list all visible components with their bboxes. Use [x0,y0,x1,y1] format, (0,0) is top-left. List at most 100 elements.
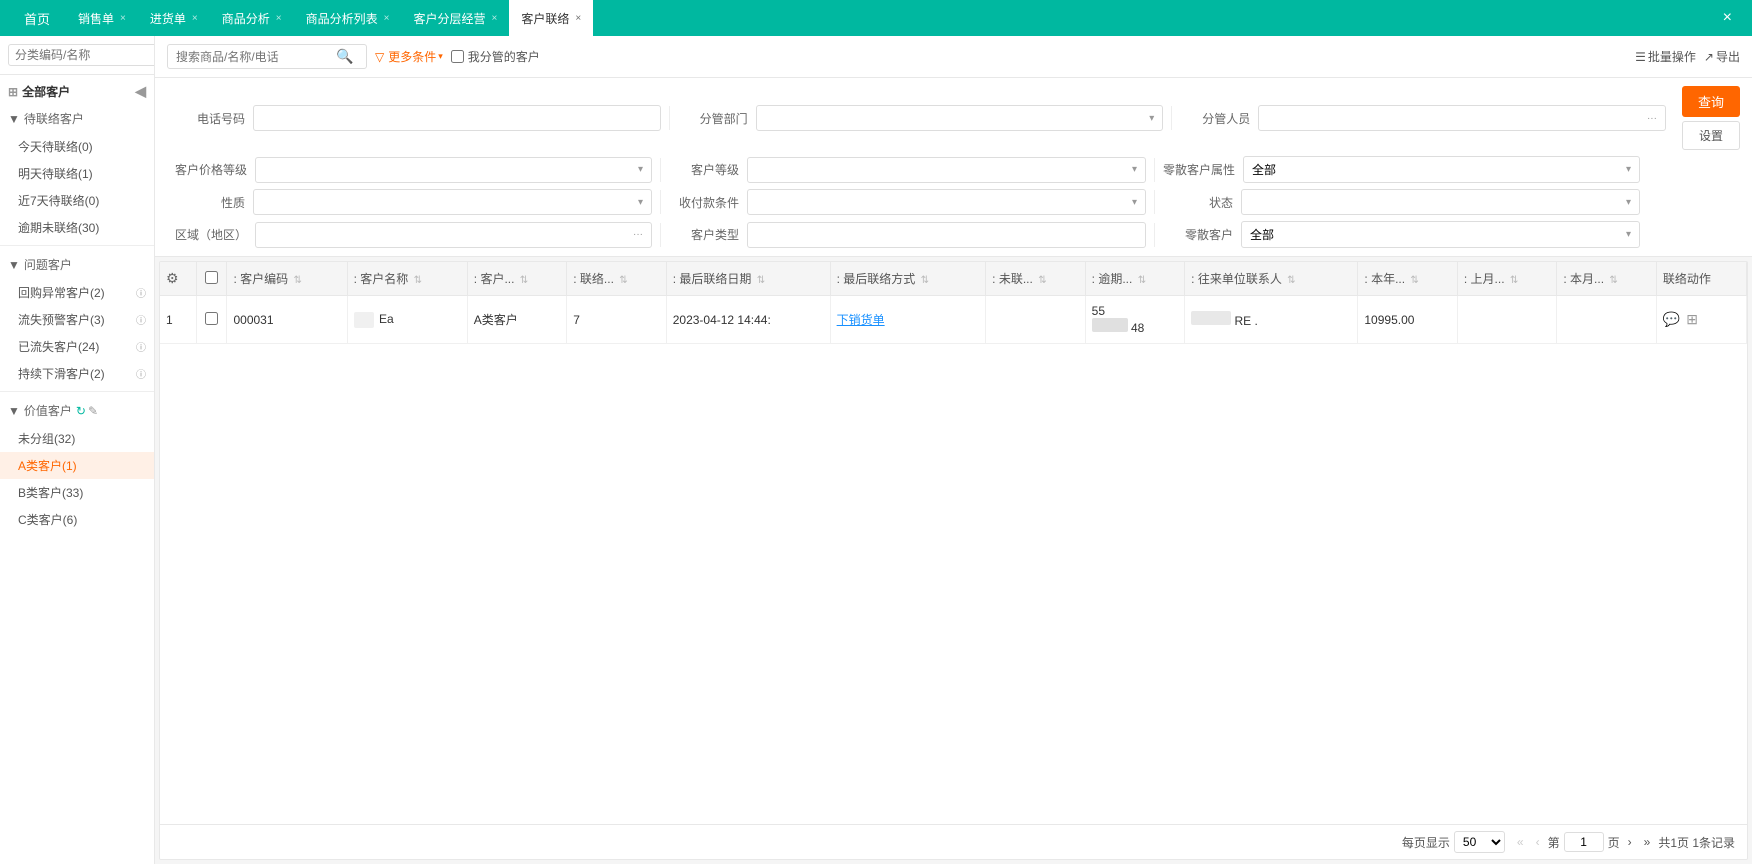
problem-customer-items: 回购异常客户(2) ⓘ 流失预警客户(3) ⓘ 已流失客户(24) ⓘ 持续下滑… [0,279,154,387]
code-sort-icon[interactable]: ⇅ [294,275,302,286]
nav-tab-analysis-list[interactable]: 商品分析列表 × [294,0,402,36]
sidebar-search-input[interactable] [8,44,155,66]
rows-per-page-area: 每页显示 50 100 200 [1402,831,1505,853]
th-checkbox [197,262,227,296]
sidebar-item-unclassified[interactable]: 未分组(32) [0,425,154,452]
nc-sort-icon[interactable]: ⇅ [1038,275,1046,286]
nav-tab-salesorder[interactable]: 销售单 × [66,0,138,36]
retail-customer-dropdown[interactable]: 全部 ▾ [1241,221,1640,248]
th-action: 联络动作 [1656,262,1746,296]
first-page-button[interactable]: « [1513,833,1528,851]
ty-sort-icon[interactable]: ⇅ [1410,275,1418,286]
ctype-sort-icon[interactable]: ⇅ [520,275,528,286]
column-settings-icon[interactable]: ⚙ [166,270,179,286]
filter-cell-status: 状态 ▾ [1155,189,1648,215]
close-customer-contact-tab[interactable]: × [575,13,581,24]
cp-sort-icon[interactable]: ⇅ [1287,275,1295,286]
chat-action-icon[interactable]: 💬 [1663,311,1680,328]
more-filters-button[interactable]: ▽ 更多条件 ▾ [375,48,443,65]
batch-ops-button[interactable]: ☰ 批量操作 [1635,48,1696,65]
region-more-icon: ··· [633,229,643,240]
query-button[interactable]: 查询 [1682,86,1740,117]
sidebar-item-today-contact[interactable]: 今天待联络(0) [0,133,154,160]
close-purchase-tab[interactable]: × [192,13,198,24]
price-level-arrow-icon: ▾ [638,164,643,175]
customer-level-dropdown[interactable]: ▾ [747,157,1146,183]
select-all-checkbox[interactable] [205,271,218,284]
last-page-button[interactable]: » [1640,833,1655,851]
dept-dropdown[interactable]: ▾ [756,105,1164,131]
th-gear: ⚙ [160,262,197,296]
nature-dropdown[interactable]: ▾ [253,189,652,215]
last-contact-method-link[interactable]: 下销货单 [837,313,885,327]
qr-action-icon[interactable]: ⊞ [1686,311,1698,328]
close-analysis-tab[interactable]: × [276,13,282,24]
filter-search-icon[interactable]: 🔍 [336,48,353,65]
rows-per-page-select[interactable]: 50 100 200 [1454,831,1505,853]
row-checkbox-cell [197,296,227,344]
date-sort-icon[interactable]: ⇅ [757,275,765,286]
name-sort-icon[interactable]: ⇅ [414,275,422,286]
method-sort-icon[interactable]: ⇅ [921,275,929,286]
my-customers-checkbox[interactable] [451,50,464,63]
close-customer-mgmt-tab[interactable]: × [491,13,497,24]
settings-button[interactable]: 设置 [1682,121,1740,150]
status-dropdown[interactable]: ▾ [1241,189,1640,215]
divider-2 [0,391,154,392]
filter-search-input[interactable] [176,50,336,64]
edit-group-icon[interactable]: ✎ [88,404,98,418]
sidebar-group-pending-contact[interactable]: ▼ 待联络客户 [0,104,154,133]
manager-dropdown[interactable]: ··· [1258,105,1666,131]
row-overdue: 55 48 [1085,296,1184,344]
th-code: : 客户编码 ⇅ [227,262,347,296]
nav-tab-analysis[interactable]: 商品分析 × [210,0,294,36]
sidebar-item-churn-warning[interactable]: 流失预警客户(3) ⓘ [0,306,154,333]
sidebar-item-tomorrow-contact[interactable]: 明天待联络(1) [0,160,154,187]
row-checkbox[interactable] [205,312,218,325]
contact-person-bar [1191,311,1231,325]
row-last-month [1457,296,1556,344]
close-salesorder-tab[interactable]: × [120,13,126,24]
payment-dropdown[interactable]: ▾ [747,189,1146,215]
sidebar-item-repurchase-abnormal[interactable]: 回购异常客户(2) ⓘ [0,279,154,306]
phone-input[interactable] [253,105,661,131]
refresh-icon[interactable]: ↻ [76,404,86,418]
prev-page-button[interactable]: ‹ [1532,833,1544,851]
sidebar-item-overdue-contact[interactable]: 逾期未联络(30) [0,214,154,241]
customer-type-input[interactable] [747,222,1146,248]
nav-tab-customer-mgmt[interactable]: 客户分层经营 × [401,0,509,36]
row-this-year: 10995.00 [1358,296,1457,344]
close-analysis-list-tab[interactable]: × [384,13,390,24]
sidebar-group-value-customers[interactable]: ▼ 价值客户 ↻ ✎ [0,396,154,425]
th-contact-person: : 往来单位联系人 ⇅ [1185,262,1358,296]
filter-cell-price-level: 客户价格等级 ▾ [167,157,660,183]
lm-sort-icon[interactable]: ⇅ [1510,275,1518,286]
export-button[interactable]: ↗ 导出 [1704,48,1740,65]
region-dropdown[interactable]: ··· [255,222,652,248]
sidebar-group-problem-customers[interactable]: ▼ 问题客户 [0,250,154,279]
export-icon: ↗ [1704,50,1714,64]
retail-attr-dropdown[interactable]: 全部 ▾ [1243,156,1640,183]
price-level-dropdown[interactable]: ▾ [255,157,652,183]
sidebar-item-class-b[interactable]: B类客户(33) [0,479,154,506]
my-customers-checkbox-area: 我分管的客户 [451,48,540,65]
info-icon-4: ⓘ [136,366,146,381]
next-page-button[interactable]: › [1624,833,1636,851]
sidebar-item-7days-contact[interactable]: 近7天待联络(0) [0,187,154,214]
sidebar-item-declining[interactable]: 持续下滑客户(2) ⓘ [0,360,154,387]
sidebar-collapse-button[interactable]: ◀ [135,83,146,100]
tm-sort-icon[interactable]: ⇅ [1609,275,1617,286]
sidebar-item-class-a[interactable]: A类客户(1) [0,452,154,479]
nav-tab-customer-contact[interactable]: 客户联络 × [509,0,593,36]
sidebar-item-class-c[interactable]: C类客户(6) [0,506,154,533]
nav-home[interactable]: 首页 [8,0,66,36]
contact-sort-icon[interactable]: ⇅ [619,275,627,286]
page-number-input[interactable] [1564,832,1604,852]
th-last-month: : 上月... ⇅ [1457,262,1556,296]
overdue-sort-icon[interactable]: ⇅ [1138,275,1146,286]
filter-row-4: 区域（地区） ··· 客户类型 零散客户 全部 ▾ [167,221,1740,248]
window-close-button[interactable]: × [1711,9,1744,27]
table-scroll-area[interactable]: ⚙ : 客户编码 ⇅ : [160,262,1747,824]
sidebar-item-churned[interactable]: 已流失客户(24) ⓘ [0,333,154,360]
nav-tab-purchase[interactable]: 进货单 × [138,0,210,36]
